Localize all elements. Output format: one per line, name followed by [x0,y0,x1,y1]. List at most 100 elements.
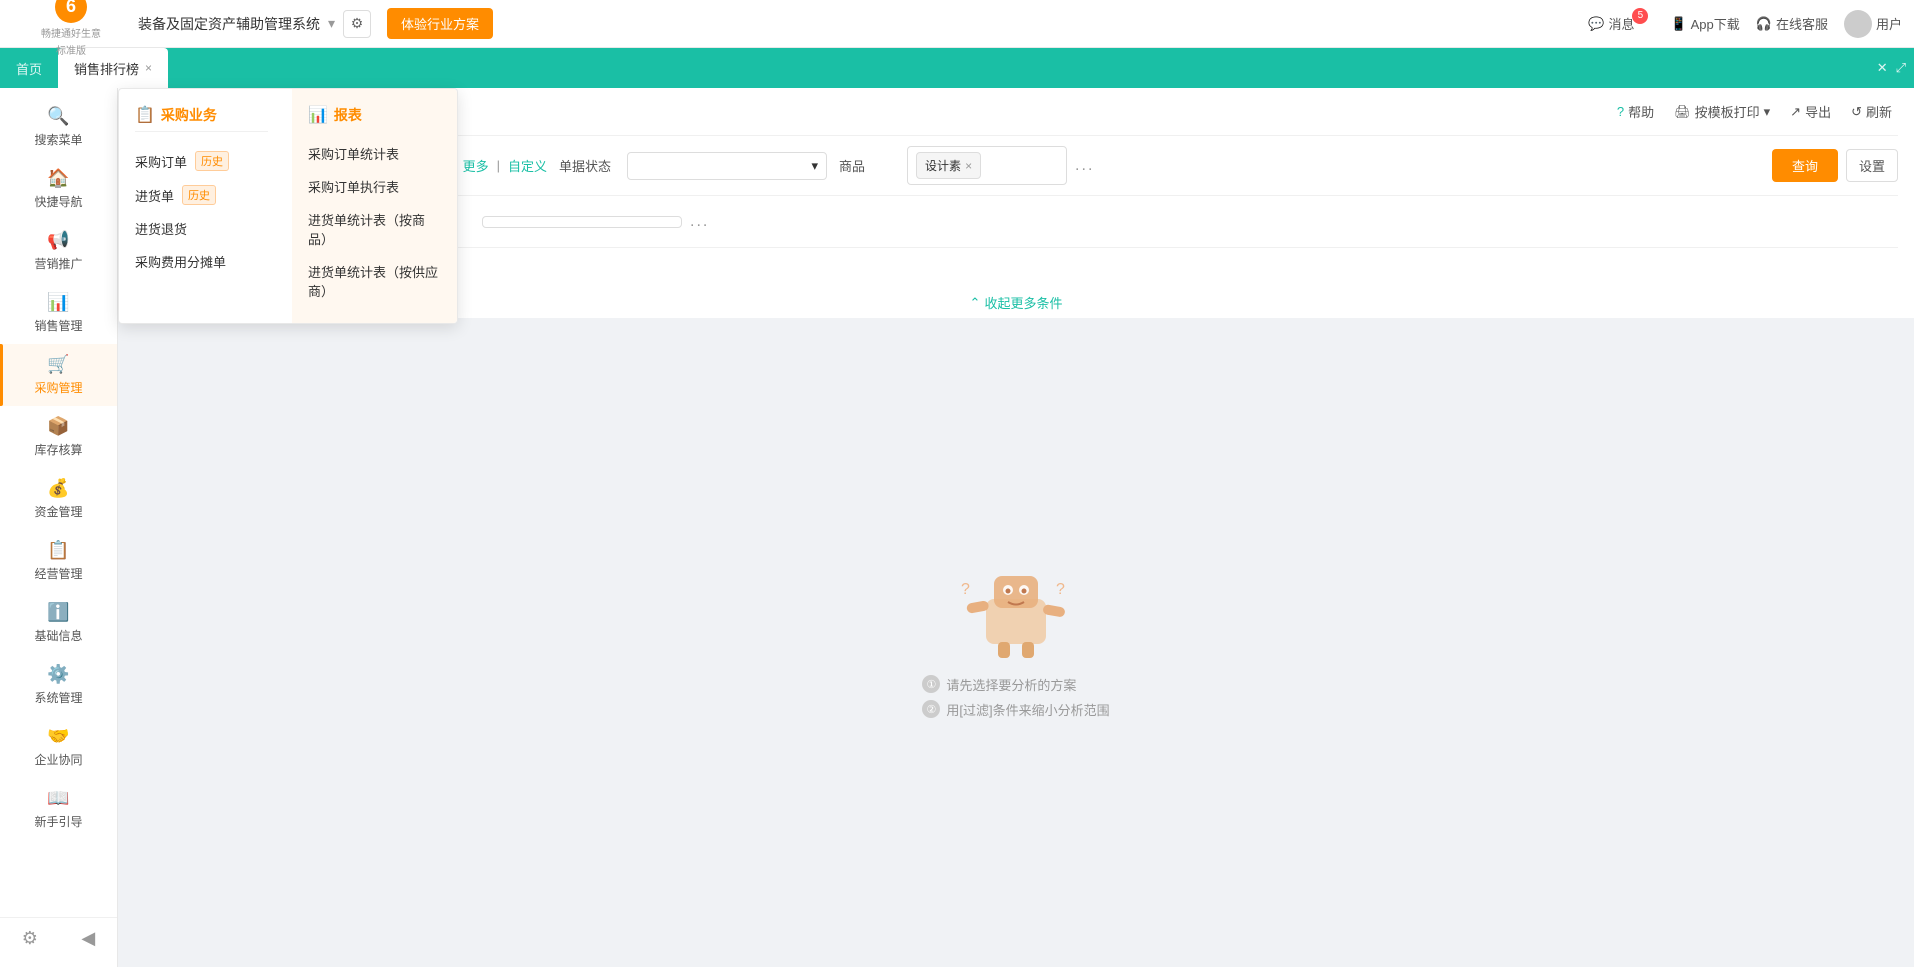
export-btn[interactable]: ↗ 导出 [1784,98,1837,125]
finance-icon: 💰 [47,478,69,499]
sidebar-item-basic-info[interactable]: ℹ️ 基础信息 [0,592,117,654]
sidebar-settings-btn[interactable]: ⚙ [22,928,38,949]
sidebar-collapse-btn[interactable]: ◀ [81,928,95,949]
print-dropdown-icon: ▾ [1764,104,1771,120]
industry-btn[interactable]: 体验行业方案 [387,8,493,39]
voucher-status-condition: 单据状态 ▾ [559,152,827,180]
marketing-icon: 📢 [47,230,69,251]
search-icon: 🔍 [47,106,69,127]
query-btn[interactable]: 查询 [1772,149,1838,182]
hint-text-2: 用[过滤]条件来缩小分析范围 [946,700,1109,719]
sidebar-item-sales-mgmt[interactable]: 📊 销售管理 [0,282,117,344]
goods-dots[interactable]: ... [1075,157,1094,175]
salesperson-input[interactable] [482,216,682,228]
report-icon: 📊 [308,105,328,125]
sidebar-inventory-label: 库存核算 [34,441,82,458]
sidebar-item-quick-nav[interactable]: 🏠 快捷导航 [0,158,117,220]
date-shortcut-custom[interactable]: 自定义 [508,156,547,175]
system-icon: ⚙️ [47,664,69,685]
print-icon: 🖨 [1674,104,1691,120]
svg-text:?: ? [1056,581,1065,598]
sidebar-item-finance[interactable]: 💰 资金管理 [0,468,117,530]
sidebar-item-search-menu[interactable]: 🔍 搜索菜单 [0,96,117,158]
sidebar-guide-label: 新手引导 [34,813,82,830]
goods-input[interactable]: 设计素 × [907,146,1067,185]
help-icon: ? [1617,104,1624,119]
dropdown-purchase-expense[interactable]: 采购费用分摊单 [135,245,268,278]
dropdown-purchase-col: 📋 采购业务 采购订单 历史 进货单 历史 进货退货 采购费用分摊单 [135,105,268,307]
sidebar-sales-label: 销售管理 [34,317,82,334]
goods-tag-remove[interactable]: × [965,159,972,173]
voucher-status-select[interactable]: ▾ [627,152,827,180]
dropdown-receipt-stats-by-supplier[interactable]: 进货单统计表（按供应商） [308,255,441,307]
sidebar-system-label: 系统管理 [34,689,82,706]
tab-sales-rank-label: 销售排行榜 [74,59,139,78]
guide-icon: 📖 [47,788,69,809]
dropdown-purchase-order[interactable]: 采购订单 历史 [135,144,268,178]
sidebar-finance-label: 资金管理 [34,503,82,520]
sidebar-item-business-mgmt[interactable]: 📋 经营管理 [0,530,117,592]
filter-settings-btn[interactable]: 设置 [1846,149,1898,182]
sidebar-item-purchase-mgmt[interactable]: 🛒 采购管理 [0,344,117,406]
dropdown-purchase-return[interactable]: 进货退货 [135,212,268,245]
user-area[interactable]: 用户 [1844,10,1902,38]
hint-num-2: ② [922,700,940,718]
system-title: 装备及固定资产辅助管理系统 [138,14,320,34]
inventory-icon: 📦 [47,416,69,437]
sidebar-business-label: 经营管理 [34,565,82,582]
purchase-order-history-tag: 历史 [195,151,229,171]
dropdown-receipt-stats-by-product[interactable]: 进货单统计表（按商品） [308,203,441,255]
home-icon: 🏠 [47,168,69,189]
sidebar-item-inventory[interactable]: 📦 库存核算 [0,406,117,468]
empty-hints: ① 请先选择要分析的方案 ② 用[过滤]条件来缩小分析范围 [922,672,1109,722]
settings-icon-btn[interactable]: ⚙ [343,10,371,38]
voucher-status-dropdown-icon: ▾ [812,158,819,174]
purchase-receipt-history-tag: 历史 [182,185,216,205]
hint-num-1: ① [922,675,940,693]
sidebar-item-guide[interactable]: 📖 新手引导 [0,778,117,840]
sidebar-basic-label: 基础信息 [34,627,82,644]
logo-area: 6 畅捷通好生意 标准版 [12,0,130,57]
sales-icon: 📊 [47,292,69,313]
system-dropdown-icon[interactable]: ▾ [328,15,335,32]
sidebar-search-label: 搜索菜单 [34,131,82,148]
dropdown-report-title: 📊 报表 [308,105,441,125]
collapse-text: 收起更多条件 [984,293,1062,312]
goods-tag: 设计素 × [916,152,981,179]
empty-illustration: ? ? [956,564,1076,664]
user-avatar [1844,10,1872,38]
tab-close-icon[interactable]: × [145,61,152,75]
brand-version: 标准版 [56,42,86,57]
top-right: 💬 消息 5 📱 App下载 🎧 在线客服 用户 [1588,10,1902,38]
dropdown-purchase-order-stats[interactable]: 采购订单统计表 [308,137,441,170]
goods-condition: 商品 设计素 × ... [839,146,1094,185]
tab-home-label: 首页 [16,59,42,78]
sidebar-item-marketing[interactable]: 📢 营销推广 [0,220,117,282]
print-template-btn[interactable]: 🖨 按模板打印 ▾ [1668,98,1776,125]
dropdown-purchase-order-exec[interactable]: 采购订单执行表 [308,170,441,203]
app-download-btn[interactable]: 📱 App下载 [1670,14,1739,33]
salesperson-dots[interactable]: ... [690,213,709,231]
help-btn[interactable]: ? 帮助 [1611,98,1660,125]
online-service-btn[interactable]: 🎧 在线客服 [1756,14,1828,33]
purchase-dropdown-menu: 📋 采购业务 采购订单 历史 进货单 历史 进货退货 采购费用分摊单 📊 报表 [118,88,458,324]
refresh-icon: ↺ [1851,104,1862,120]
tab-bar-right: ✕ ⤢ [1877,60,1914,76]
sidebar-item-system-mgmt[interactable]: ⚙️ 系统管理 [0,654,117,716]
tab-expand-icon[interactable]: ⤢ [1896,60,1906,76]
sidebar: 🔍 搜索菜单 🏠 快捷导航 📢 营销推广 📊 销售管理 🛒 采购管理 � [0,88,118,967]
refresh-btn[interactable]: ↺ 刷新 [1845,98,1898,125]
message-icon: 💬 [1588,16,1604,32]
dropdown-purchase-receipt[interactable]: 进货单 历史 [135,178,268,212]
sidebar-enterprise-label: 企业协同 [34,751,82,768]
sidebar-item-enterprise[interactable]: 🤝 企业协同 [0,716,117,778]
tab-close-all-icon[interactable]: ✕ [1877,60,1888,76]
empty-state: ? ? ① 请先选择要分析的方案 ② 用[过滤]条件来缩小分析范围 [118,318,1914,967]
date-shortcut-more[interactable]: 更多 [463,156,489,175]
phone-icon: 📱 [1670,16,1686,32]
svg-text:?: ? [961,581,970,598]
goods-label: 商品 [839,156,899,175]
logo-icon: 6 [55,0,87,23]
top-bar: 6 畅捷通好生意 标准版 装备及固定资产辅助管理系统 ▾ ⚙ 体验行业方案 💬 … [0,0,1914,48]
messages-btn[interactable]: 💬 消息 5 [1588,14,1654,33]
